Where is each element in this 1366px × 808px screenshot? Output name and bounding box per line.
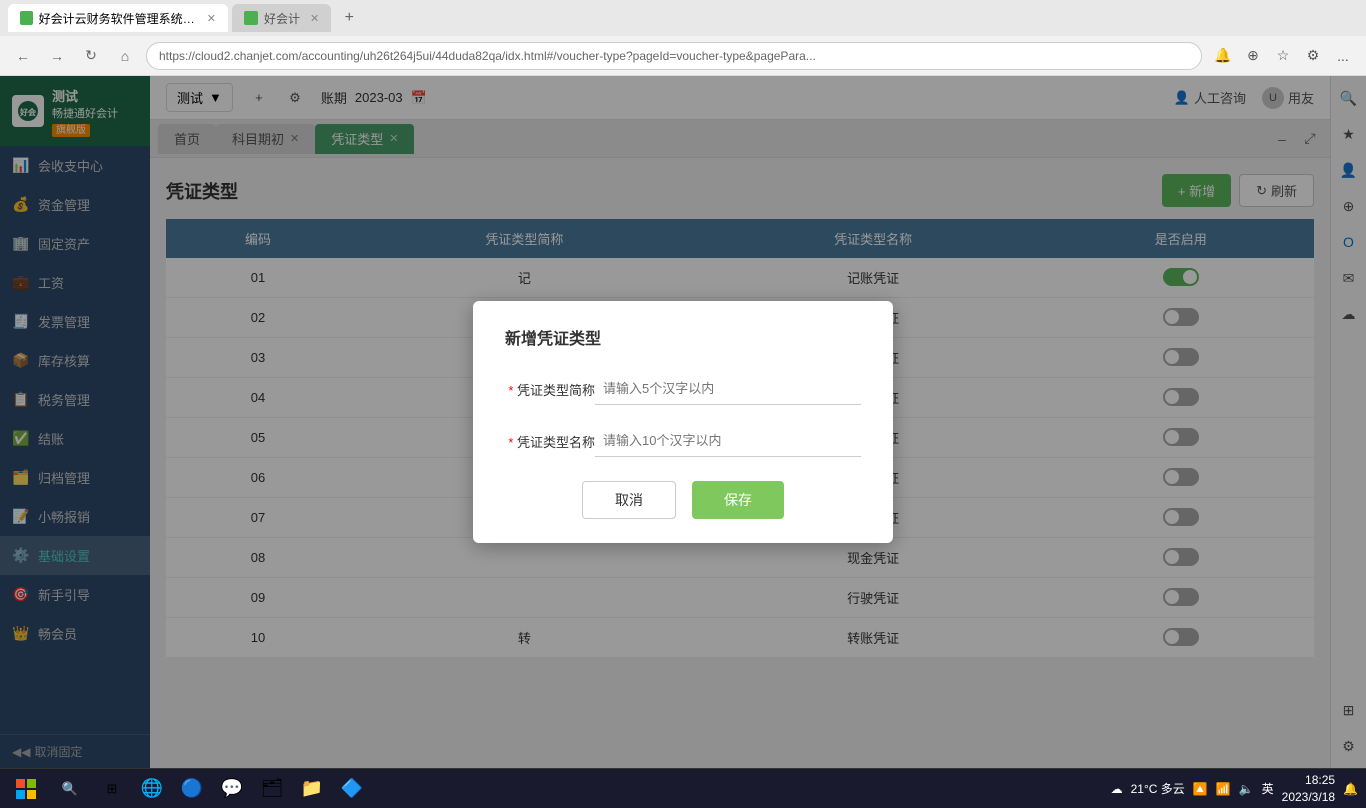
modal-actions: 取消 保存	[505, 481, 861, 519]
taskbar-network-icon: 🔼	[1193, 782, 1208, 796]
share-btn[interactable]: ⊕	[1240, 43, 1266, 69]
modal-name-input[interactable]	[595, 425, 861, 457]
browser-tab-2[interactable]: 好会计 ✕	[232, 4, 331, 32]
start-button[interactable]	[8, 771, 44, 807]
modal-dialog: 新增凭证类型 凭证类型简称 凭证类型名称 取消 保存	[473, 301, 893, 543]
modal-overlay: 新增凭证类型 凭证类型简称 凭证类型名称 取消 保存	[0, 76, 1366, 768]
address-input[interactable]: https://cloud2.chanjet.com/accounting/uh…	[146, 42, 1202, 70]
taskbar-lang: 英	[1262, 780, 1274, 797]
modal-name-field: 凭证类型名称	[505, 425, 861, 457]
modal-abbr-input[interactable]	[595, 373, 861, 405]
settings-btn[interactable]: ⚙	[1300, 43, 1326, 69]
taskbar-clock: 18:25 2023/3/18	[1282, 772, 1335, 806]
back-button[interactable]: ←	[10, 43, 36, 69]
modal-title: 新增凭证类型	[505, 325, 861, 349]
cancel-button[interactable]: 取消	[582, 481, 676, 519]
browser-chrome: 好会计云财务软件管理系统_会计 ✕ 好会计 ✕ + ← → ↻ ⌂ https:…	[0, 0, 1366, 76]
taskbar-systray: ☁ 21°C 多云 🔼 📶 🔈 英 18:25 2023/3/18 🔔	[1111, 772, 1358, 806]
modal-abbr-label: 凭证类型简称	[505, 380, 595, 399]
taskbar-wechat[interactable]: 💬	[216, 773, 248, 805]
extensions-btn[interactable]: 🔔	[1210, 43, 1236, 69]
modal-name-label: 凭证类型名称	[505, 432, 595, 451]
address-bar: ← → ↻ ⌂ https://cloud2.chanjet.com/accou…	[0, 36, 1366, 76]
bookmark-btn[interactable]: ☆	[1270, 43, 1296, 69]
browser-actions: 🔔 ⊕ ☆ ⚙ ...	[1210, 43, 1356, 69]
browser-tab-1[interactable]: 好会计云财务软件管理系统_会计 ✕	[8, 4, 228, 32]
modal-abbr-field: 凭证类型简称	[505, 373, 861, 405]
taskbar-edge[interactable]: 🌐	[136, 773, 168, 805]
save-button[interactable]: 保存	[692, 481, 784, 519]
taskbar-edge2[interactable]: 🔷	[336, 773, 368, 805]
tab-bar: 好会计云财务软件管理系统_会计 ✕ 好会计 ✕ +	[0, 0, 1366, 36]
taskbar-chrome[interactable]: 🔵	[176, 773, 208, 805]
taskbar-task-view[interactable]: ⊞	[96, 773, 128, 805]
taskbar: 🔍 ⊞ 🌐 🔵 💬 🗂 📁 🔷 ☁ 21°C 多云 🔼 📶 🔈 英 18:25 …	[0, 768, 1366, 808]
taskbar-search-btn[interactable]: 🔍	[52, 771, 88, 807]
more-btn[interactable]: ...	[1330, 43, 1356, 69]
forward-button[interactable]: →	[44, 43, 70, 69]
new-tab-button[interactable]: +	[335, 4, 363, 32]
taskbar-wifi-icon: 📶	[1216, 782, 1231, 796]
taskbar-temp: 21°C 多云	[1131, 780, 1185, 797]
tab-2-close[interactable]: ✕	[310, 12, 319, 25]
taskbar-apps[interactable]: 🗂	[256, 773, 288, 805]
taskbar-weather: ☁	[1111, 782, 1123, 796]
taskbar-sound-icon: 🔈	[1239, 782, 1254, 796]
refresh-button[interactable]: ↻	[78, 43, 104, 69]
taskbar-notification-icon: 🔔	[1343, 782, 1358, 796]
taskbar-files[interactable]: 📁	[296, 773, 328, 805]
home-button[interactable]: ⌂	[112, 43, 138, 69]
tab-1-close[interactable]: ✕	[207, 12, 216, 25]
